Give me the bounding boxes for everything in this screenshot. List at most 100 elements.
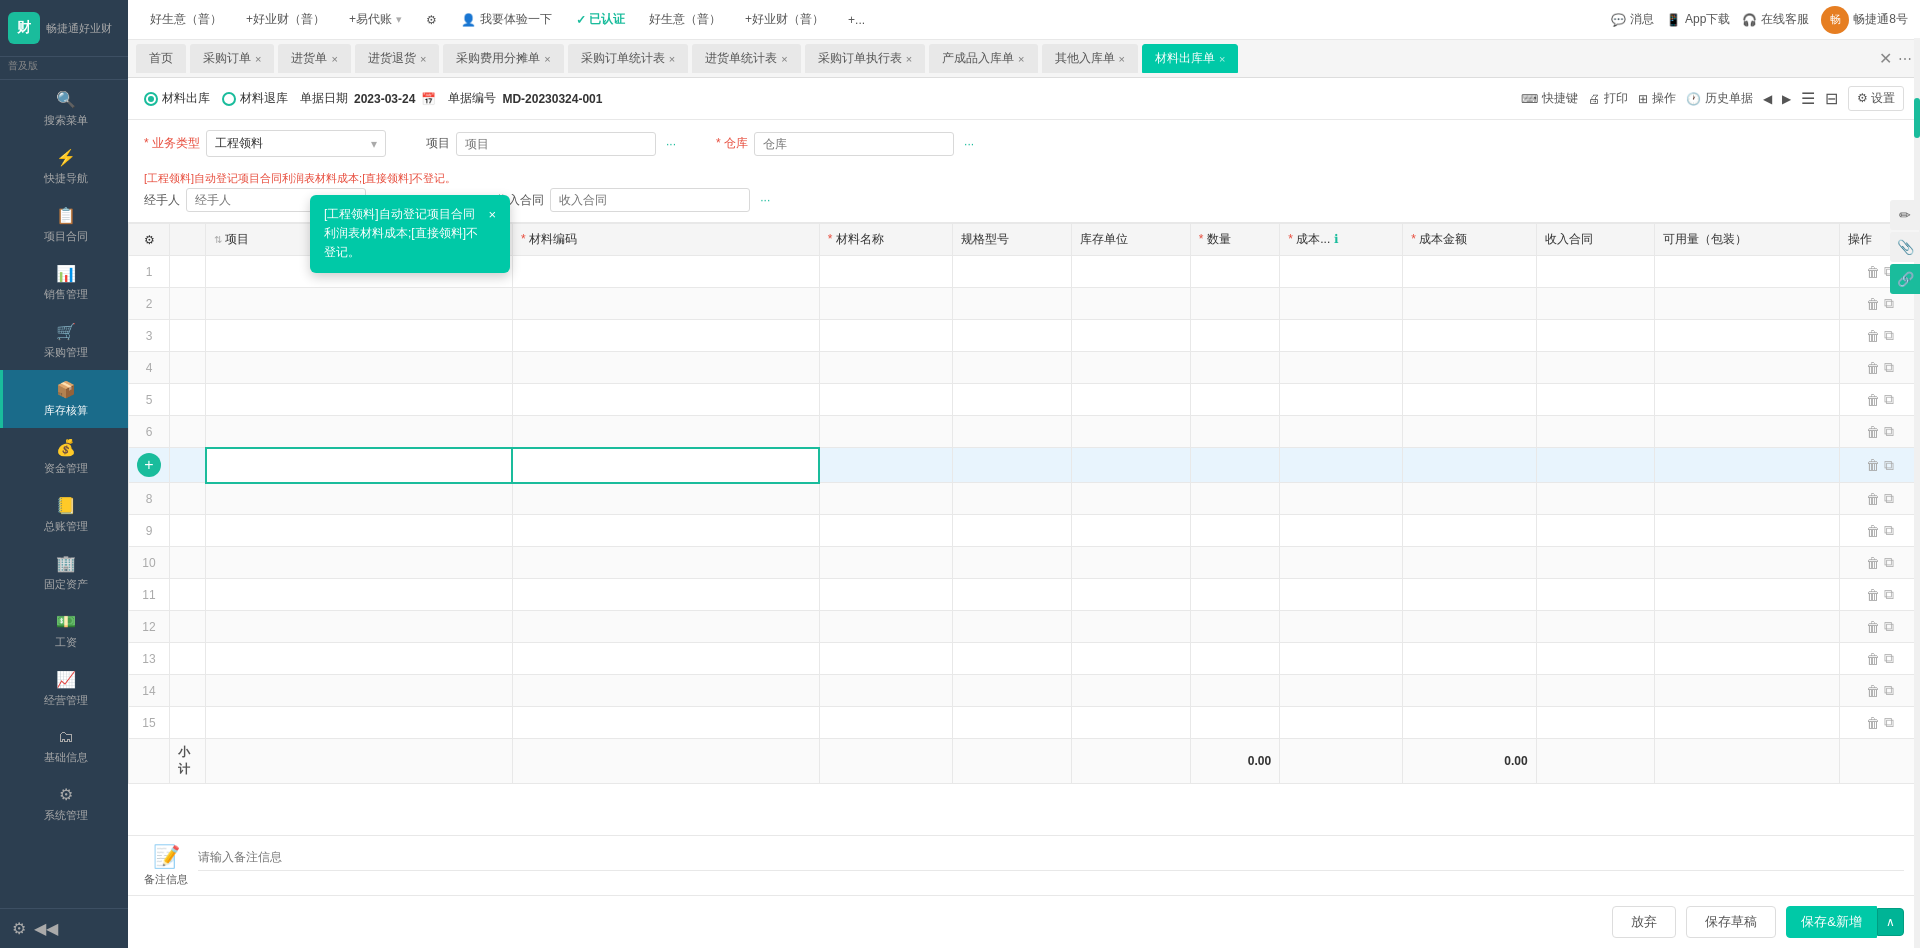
delete-row-icon[interactable]: 🗑 — [1866, 264, 1880, 280]
cell-project[interactable] — [206, 288, 513, 320]
sidebar-item-project[interactable]: 📋 项目合同 — [0, 196, 128, 254]
tabbar-item-purchase-order[interactable]: 采购订单 × — [190, 44, 274, 73]
cell-name[interactable] — [819, 675, 952, 707]
project-cell-input[interactable] — [215, 458, 504, 472]
cell-available[interactable] — [1655, 547, 1840, 579]
save-draft-btn[interactable]: 保存草稿 — [1686, 906, 1776, 938]
close-tab-icon[interactable]: × — [781, 53, 787, 65]
cell-available[interactable] — [1655, 483, 1840, 515]
sidebar-item-accounting[interactable]: 📒 总账管理 — [0, 486, 128, 544]
sidebar-item-system[interactable]: ⚙ 系统管理 — [0, 775, 128, 833]
delete-row-icon[interactable]: 🗑 — [1866, 328, 1880, 344]
cell-unit[interactable] — [1071, 320, 1190, 352]
cell-name[interactable] — [819, 515, 952, 547]
topbar-tab-settings[interactable]: ⚙ — [416, 9, 447, 31]
cell-project[interactable] — [206, 352, 513, 384]
cell-contract[interactable] — [1536, 384, 1655, 416]
cell-project[interactable] — [206, 707, 513, 739]
copy-row-icon[interactable]: ⧉ — [1884, 457, 1894, 474]
cell-available[interactable] — [1655, 416, 1840, 448]
history-btn[interactable]: 🕐 历史单据 — [1686, 90, 1753, 107]
cell-code[interactable] — [512, 320, 819, 352]
cell-name[interactable] — [819, 320, 952, 352]
cell-unit[interactable] — [1071, 483, 1190, 515]
cell-code[interactable] — [512, 352, 819, 384]
topbar-tab-0[interactable]: 好生意（普） — [140, 7, 232, 32]
warehouse-input[interactable] — [754, 132, 954, 156]
cell-available[interactable] — [1655, 643, 1840, 675]
tabbar-item-purchase-exec[interactable]: 采购订单执行表 × — [805, 44, 925, 73]
cell-name[interactable] — [819, 611, 952, 643]
cell-qty[interactable] — [1190, 384, 1280, 416]
cell-name[interactable] — [819, 256, 952, 288]
close-tab-icon[interactable]: × — [255, 53, 261, 65]
app-download-btn[interactable]: 📱 App下载 — [1666, 11, 1730, 28]
tabbar-item-incoming[interactable]: 进货单 × — [278, 44, 350, 73]
cell-cost[interactable] — [1280, 579, 1403, 611]
cell-cost-amount[interactable] — [1403, 384, 1536, 416]
info-icon[interactable]: ℹ — [1334, 232, 1339, 246]
cell-cost[interactable] — [1280, 643, 1403, 675]
topbar-tab-more[interactable]: +... — [838, 9, 875, 31]
cell-cost-amount[interactable] — [1403, 675, 1536, 707]
copy-row-icon[interactable]: ⧉ — [1884, 490, 1894, 507]
cell-cost-amount-active[interactable] — [1403, 448, 1536, 483]
delete-row-icon[interactable]: 🗑 — [1866, 424, 1880, 440]
cell-qty[interactable] — [1190, 352, 1280, 384]
print-btn[interactable]: 🖨 打印 — [1588, 90, 1628, 107]
cell-available[interactable] — [1655, 707, 1840, 739]
cell-contract[interactable] — [1536, 320, 1655, 352]
cell-qty[interactable] — [1190, 707, 1280, 739]
sidebar-item-salary[interactable]: 💵 工资 — [0, 602, 128, 660]
cell-spec-active[interactable] — [953, 448, 1072, 483]
collapse-icon[interactable]: ◀◀ — [34, 919, 58, 938]
cell-cost-amount[interactable] — [1403, 515, 1536, 547]
nav-next-btn[interactable]: ▶ — [1782, 92, 1791, 106]
cell-cost-active[interactable] — [1280, 448, 1403, 483]
copy-row-icon[interactable]: ⧉ — [1884, 650, 1894, 667]
add-row-btn[interactable]: + — [137, 453, 161, 477]
delete-row-icon[interactable]: 🗑 — [1866, 523, 1880, 539]
cell-unit-active[interactable] — [1071, 448, 1190, 483]
cell-spec[interactable] — [953, 579, 1072, 611]
cell-cost[interactable] — [1280, 547, 1403, 579]
tabbar-item-expense[interactable]: 采购费用分摊单 × — [443, 44, 563, 73]
cell-name[interactable] — [819, 707, 952, 739]
cell-cost-amount[interactable] — [1403, 611, 1536, 643]
cell-qty-active[interactable] — [1190, 448, 1280, 483]
cell-unit[interactable] — [1071, 579, 1190, 611]
income-contract-lookup-icon[interactable]: ··· — [760, 193, 770, 207]
cell-cost[interactable] — [1280, 256, 1403, 288]
cell-cost-amount[interactable] — [1403, 256, 1536, 288]
cell-spec[interactable] — [953, 288, 1072, 320]
copy-row-icon[interactable]: ⧉ — [1884, 359, 1894, 376]
calendar-icon[interactable]: 📅 — [421, 92, 436, 106]
cell-qty[interactable] — [1190, 288, 1280, 320]
save-new-arrow-btn[interactable]: ∧ — [1877, 908, 1904, 936]
operate-btn[interactable]: ⊞ 操作 — [1638, 90, 1676, 107]
sidebar-item-assets[interactable]: 🏢 固定资产 — [0, 544, 128, 602]
delete-row-icon[interactable]: 🗑 — [1866, 683, 1880, 699]
cell-name-active[interactable] — [819, 448, 952, 483]
cell-contract-active[interactable] — [1536, 448, 1655, 483]
cell-code[interactable] — [512, 256, 819, 288]
cell-code[interactable] — [512, 483, 819, 515]
cell-qty[interactable] — [1190, 547, 1280, 579]
cell-project[interactable] — [206, 483, 513, 515]
cell-unit[interactable] — [1071, 416, 1190, 448]
cell-contract[interactable] — [1536, 579, 1655, 611]
cell-cost-amount[interactable] — [1403, 707, 1536, 739]
online-service-btn[interactable]: 🎧 在线客服 — [1742, 11, 1809, 28]
close-tab-icon[interactable]: × — [669, 53, 675, 65]
delete-row-icon[interactable]: 🗑 — [1866, 392, 1880, 408]
cell-unit[interactable] — [1071, 352, 1190, 384]
cell-unit[interactable] — [1071, 288, 1190, 320]
cell-name[interactable] — [819, 384, 952, 416]
cell-contract[interactable] — [1536, 643, 1655, 675]
cell-code[interactable] — [512, 384, 819, 416]
tabbar-item-return[interactable]: 进货退货 × — [355, 44, 439, 73]
sort-icon[interactable]: ⇅ — [214, 234, 222, 245]
cell-spec[interactable] — [953, 707, 1072, 739]
topbar-tab-1[interactable]: +好业财（普） — [236, 7, 335, 32]
cell-project-editing[interactable] — [206, 448, 513, 483]
